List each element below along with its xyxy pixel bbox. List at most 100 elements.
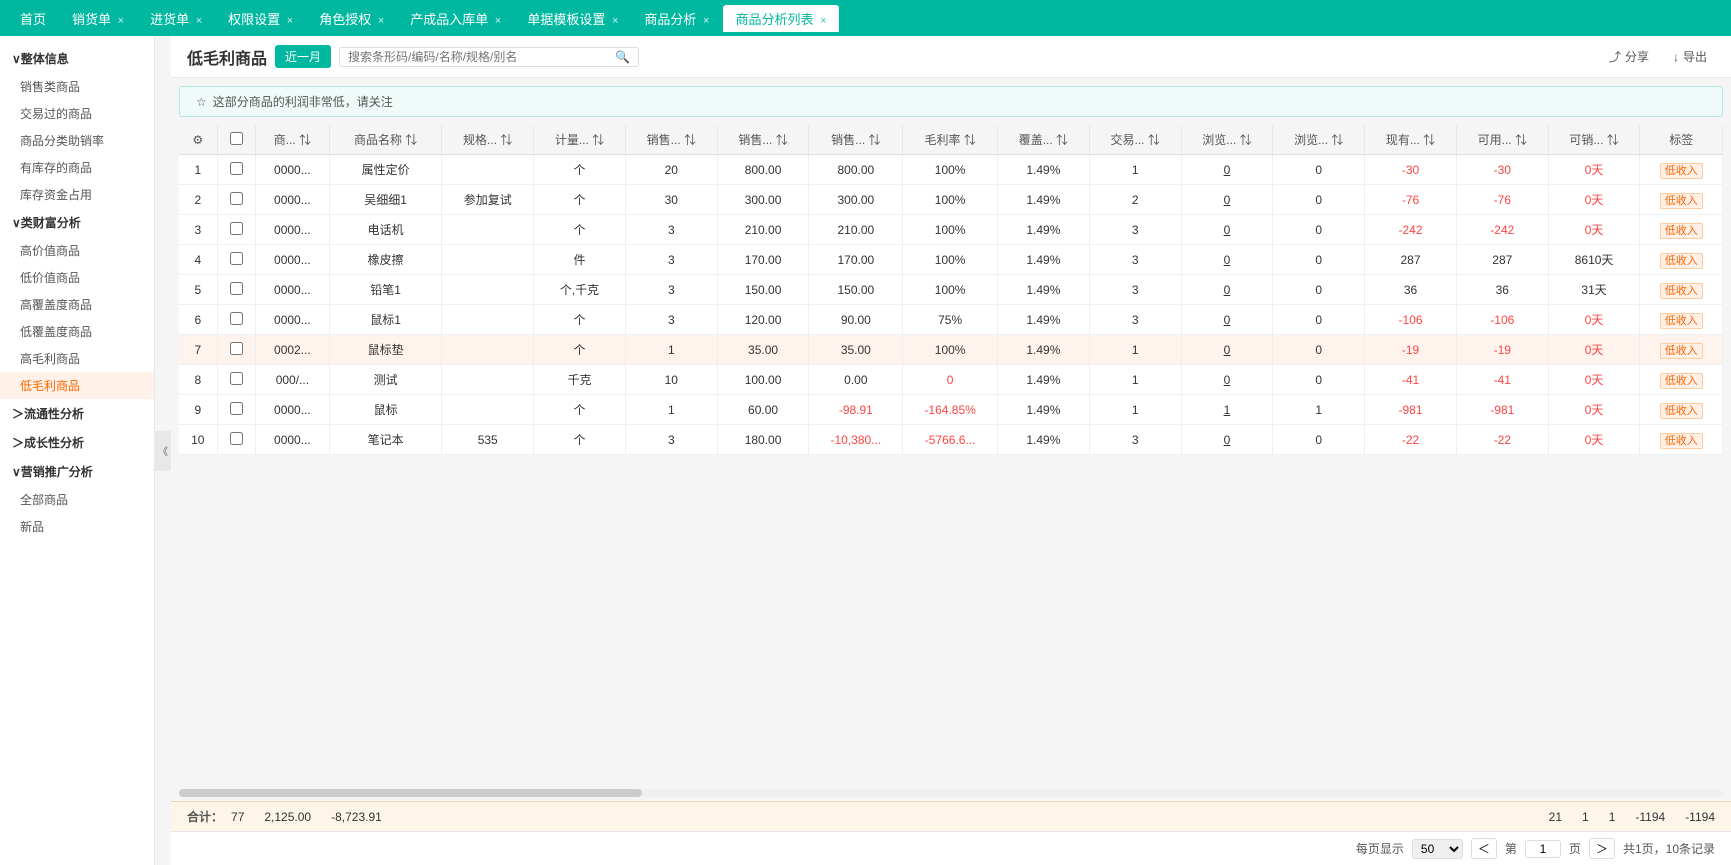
row-checkbox-8[interactable] [230, 402, 243, 415]
cell-views[interactable]: 0 [1181, 305, 1273, 335]
col-coverage[interactable]: 覆盖... ⇅ [998, 125, 1090, 155]
sidebar-item-low-value[interactable]: 低价值商品 [0, 264, 154, 291]
col-settings[interactable]: ⚙ [179, 125, 217, 155]
nav-item-role[interactable]: 角色授权 × [307, 5, 396, 32]
nav-close-analysis[interactable]: × [703, 15, 709, 27]
cell-unit: 个 [534, 215, 626, 245]
col-stock[interactable]: 现有... ⇅ [1365, 125, 1457, 155]
sidebar-item-stock-capital[interactable]: 库存资金占用 [0, 181, 154, 208]
select-all-checkbox[interactable] [230, 132, 243, 145]
col-name[interactable]: 商品名称 ⇅ [329, 125, 441, 155]
nav-item-purchase[interactable]: 进货单 × [138, 5, 214, 32]
sidebar-item-new-goods[interactable]: 新品 [0, 513, 154, 540]
cell-views[interactable]: 0 [1181, 245, 1273, 275]
cell-check[interactable] [217, 425, 255, 455]
nav-close-sales[interactable]: × [118, 15, 124, 27]
sidebar-item-sales-goods[interactable]: 销售类商品 [0, 73, 154, 100]
row-checkbox-0[interactable] [230, 162, 243, 175]
scrollbar-thumb[interactable] [179, 789, 642, 797]
page-size-select[interactable]: 50 100 200 [1412, 839, 1463, 859]
sidebar-group-flow[interactable]: ＞ 流通性分析 [0, 399, 154, 428]
col-margin[interactable]: 毛利率 ⇅ [903, 125, 998, 155]
row-checkbox-2[interactable] [230, 222, 243, 235]
cell-check[interactable] [217, 215, 255, 245]
col-code[interactable]: 商... ⇅ [255, 125, 329, 155]
col-profit[interactable]: 销售... ⇅ [809, 125, 903, 155]
sidebar-group-overall[interactable]: ∨ 整体信息 [0, 44, 154, 73]
cell-check[interactable] [217, 335, 255, 365]
cell-check[interactable] [217, 275, 255, 305]
row-checkbox-5[interactable] [230, 312, 243, 325]
nav-close-permissions[interactable]: × [287, 15, 293, 27]
nav-close-product-entry[interactable]: × [495, 15, 501, 27]
prev-page-btn[interactable]: ＜ [1471, 838, 1497, 859]
col-trades[interactable]: 交易... ⇅ [1089, 125, 1181, 155]
row-checkbox-7[interactable] [230, 372, 243, 385]
nav-close-purchase[interactable]: × [196, 15, 202, 27]
cell-views[interactable]: 0 [1181, 335, 1273, 365]
sidebar-item-traded-goods[interactable]: 交易过的商品 [0, 100, 154, 127]
nav-item-sales[interactable]: 销货单 × [60, 5, 136, 32]
nav-item-product-entry[interactable]: 产成品入库单 × [398, 5, 513, 32]
sidebar-collapse-btn[interactable]: 《 [155, 431, 171, 471]
sidebar-item-category-rate[interactable]: 商品分类助销率 [0, 127, 154, 154]
sidebar-group-growth[interactable]: ＞ 成长性分析 [0, 428, 154, 457]
sidebar-group-wealth[interactable]: ∨ 类财富分析 [0, 208, 154, 237]
cell-check[interactable] [217, 395, 255, 425]
col-qty[interactable]: 销售... ⇅ [625, 125, 717, 155]
cell-views[interactable]: 0 [1181, 155, 1273, 185]
col-views[interactable]: 浏览... ⇅ [1181, 125, 1273, 155]
cell-views[interactable]: 0 [1181, 215, 1273, 245]
col-unit[interactable]: 计量... ⇅ [534, 125, 626, 155]
nav-item-home[interactable]: 首页 [8, 5, 58, 32]
cell-views[interactable]: 0 [1181, 365, 1273, 395]
cell-avail: -41 [1456, 365, 1548, 395]
cell-check[interactable] [217, 155, 255, 185]
row-checkbox-9[interactable] [230, 432, 243, 445]
sidebar-item-stock-goods[interactable]: 有库存的商品 [0, 154, 154, 181]
nav-item-analysis[interactable]: 商品分析 × [632, 5, 721, 32]
cell-views[interactable]: 0 [1181, 185, 1273, 215]
cell-views[interactable]: 0 [1181, 425, 1273, 455]
col-checkbox[interactable] [217, 125, 255, 155]
nav-item-permissions[interactable]: 权限设置 × [216, 5, 305, 32]
search-input[interactable] [348, 50, 615, 64]
sidebar-item-high-coverage[interactable]: 高覆盖度商品 [0, 291, 154, 318]
horizontal-scrollbar[interactable] [179, 789, 1723, 797]
nav-item-analysis-list[interactable]: 商品分析列表 × [723, 5, 838, 32]
total-amount: 2,125.00 [264, 810, 311, 824]
col-amount[interactable]: 销售... ⇅ [717, 125, 809, 155]
cell-check[interactable] [217, 185, 255, 215]
export-btn[interactable]: ↓ 导出 [1665, 44, 1715, 69]
page-number-input[interactable] [1525, 840, 1561, 858]
cell-check[interactable] [217, 305, 255, 335]
cell-check[interactable] [217, 365, 255, 395]
row-checkbox-4[interactable] [230, 282, 243, 295]
filter-recent-month-btn[interactable]: 近一月 [275, 45, 331, 68]
nav-close-analysis-list[interactable]: × [820, 15, 826, 27]
sidebar-item-high-value[interactable]: 高价值商品 [0, 237, 154, 264]
sidebar-item-low-margin[interactable]: 低毛利商品 [0, 372, 154, 399]
nav-item-template[interactable]: 单据模板设置 × [515, 5, 630, 32]
col-days[interactable]: 可销... ⇅ [1548, 125, 1640, 155]
row-checkbox-1[interactable] [230, 192, 243, 205]
col-avail[interactable]: 可用... ⇅ [1456, 125, 1548, 155]
sidebar-item-high-margin[interactable]: 高毛利商品 [0, 345, 154, 372]
col-view-conv[interactable]: 浏览... ⇅ [1273, 125, 1365, 155]
nav-close-role[interactable]: × [378, 15, 384, 27]
col-tag[interactable]: 标签 [1640, 125, 1723, 155]
data-table-wrap[interactable]: ⚙ 商... ⇅ 商品名称 ⇅ 规格... ⇅ 计量... ⇅ 销售... ⇅ … [179, 125, 1723, 785]
cell-views[interactable]: 0 [1181, 275, 1273, 305]
sidebar-item-low-coverage[interactable]: 低覆盖度商品 [0, 318, 154, 345]
sidebar-group-marketing[interactable]: ∨ 营销推广分析 [0, 457, 154, 486]
next-page-btn[interactable]: ＞ [1589, 838, 1615, 859]
row-checkbox-6[interactable] [230, 342, 243, 355]
sidebar-item-all-goods[interactable]: 全部商品 [0, 486, 154, 513]
cell-qty: 3 [625, 275, 717, 305]
nav-close-template[interactable]: × [612, 15, 618, 27]
row-checkbox-3[interactable] [230, 252, 243, 265]
share-btn[interactable]: ⤴ 分享 [1601, 44, 1657, 69]
col-spec[interactable]: 规格... ⇅ [442, 125, 534, 155]
cell-check[interactable] [217, 245, 255, 275]
cell-views[interactable]: 1 [1181, 395, 1273, 425]
